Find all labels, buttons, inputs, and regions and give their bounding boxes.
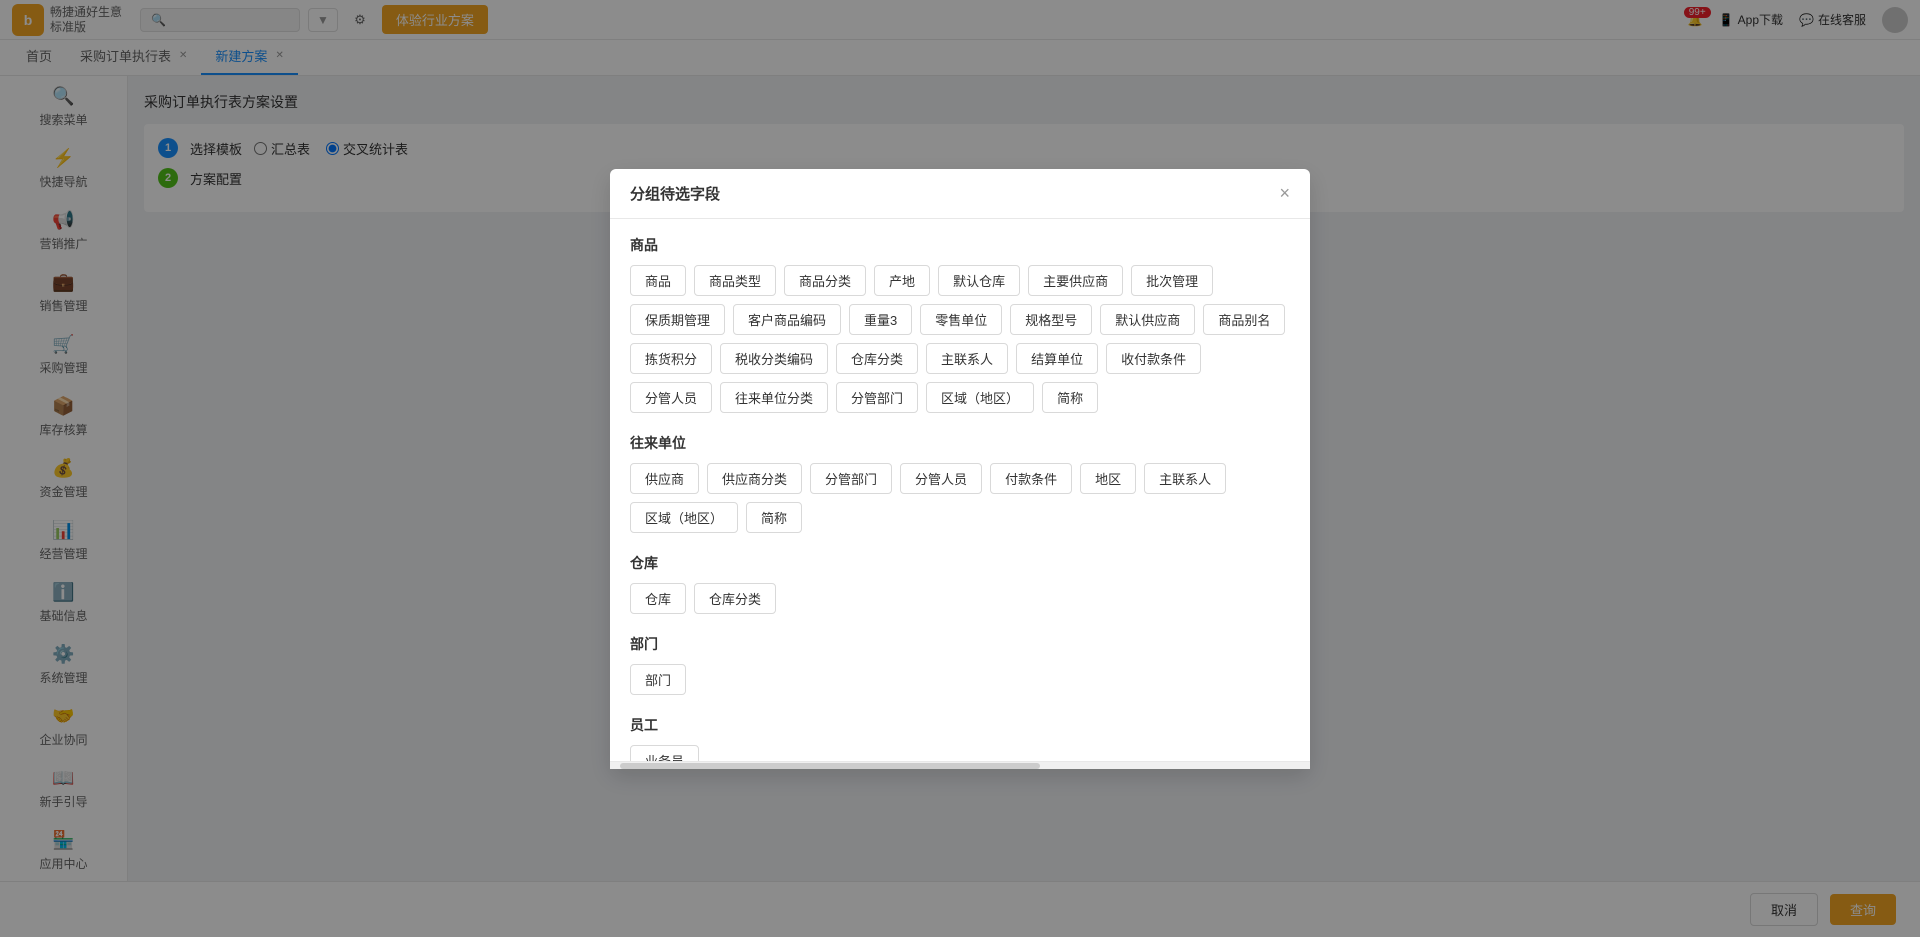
field-group-product: 商品 商品商品类型商品分类产地默认仓库主要供应商批次管理保质期管理客户商品编码重… [630,235,1290,413]
field-tag[interactable]: 付款条件 [990,463,1072,494]
field-group-warehouse-title: 仓库 [630,553,1290,573]
field-tag[interactable]: 商品 [630,265,686,296]
field-tag[interactable]: 重量3 [849,304,912,335]
field-tag[interactable]: 主联系人 [1144,463,1226,494]
modal-header: 分组待选字段 × [610,169,1310,219]
scrollbar-x [610,761,1310,769]
field-group-staff-title: 员工 [630,715,1290,735]
field-group-product-title: 商品 [630,235,1290,255]
field-group-dept: 部门 部门 [630,634,1290,695]
field-tag[interactable]: 供应商分类 [707,463,802,494]
field-tags-partner: 供应商供应商分类分管部门分管人员付款条件地区主联系人区域（地区） 简称 [630,463,1290,533]
field-tag[interactable]: 区域（地区） [630,502,738,533]
field-tags-dept: 部门 [630,664,1290,695]
field-group-partner-title: 往来单位 [630,433,1290,453]
field-tag[interactable]: 供应商 [630,463,699,494]
field-tag[interactable]: 地区 [1080,463,1136,494]
field-tag[interactable]: 区域（地区） [926,382,1034,413]
field-tag[interactable]: 简称 [746,502,802,533]
modal-overlay: 分组待选字段 × 商品 商品商品类型商品分类产地默认仓库主要供应商批次管理保质期… [0,0,1920,937]
field-tag[interactable]: 主联系人 [926,343,1008,374]
field-tags-staff: 业务员 [630,745,1290,761]
field-tag[interactable]: 简称 [1042,382,1098,413]
field-tag[interactable]: 规格型号 [1010,304,1092,335]
field-tag[interactable]: 部门 [630,664,686,695]
field-tag[interactable]: 业务员 [630,745,699,761]
modal-body: 商品 商品商品类型商品分类产地默认仓库主要供应商批次管理保质期管理客户商品编码重… [610,219,1310,761]
field-tag[interactable]: 商品别名 [1203,304,1285,335]
field-tag[interactable]: 税收分类编码 [720,343,828,374]
field-tag[interactable]: 仓库 [630,583,686,614]
field-group-dept-title: 部门 [630,634,1290,654]
field-tag[interactable]: 批次管理 [1131,265,1213,296]
field-tag[interactable]: 产地 [874,265,930,296]
field-tag[interactable]: 商品分类 [784,265,866,296]
field-tag[interactable]: 分管部门 [810,463,892,494]
field-tag[interactable]: 默认供应商 [1100,304,1195,335]
field-tag[interactable]: 仓库分类 [836,343,918,374]
modal: 分组待选字段 × 商品 商品商品类型商品分类产地默认仓库主要供应商批次管理保质期… [610,169,1310,769]
field-tag[interactable]: 主要供应商 [1028,265,1123,296]
field-tag[interactable]: 零售单位 [920,304,1002,335]
field-group-warehouse: 仓库 仓库仓库分类 [630,553,1290,614]
field-tag[interactable]: 分管人员 [630,382,712,413]
field-tags-product: 商品商品类型商品分类产地默认仓库主要供应商批次管理保质期管理客户商品编码重量3 零… [630,265,1290,413]
field-group-staff: 员工 业务员 [630,715,1290,761]
field-tag[interactable]: 分管人员 [900,463,982,494]
field-tag[interactable]: 往来单位分类 [720,382,828,413]
field-tag[interactable]: 分管部门 [836,382,918,413]
field-tag[interactable]: 拣货积分 [630,343,712,374]
field-tag[interactable]: 商品类型 [694,265,776,296]
field-tag[interactable]: 收付款条件 [1106,343,1201,374]
field-group-partner: 往来单位 供应商供应商分类分管部门分管人员付款条件地区主联系人区域（地区） 简称 [630,433,1290,533]
field-tag[interactable]: 结算单位 [1016,343,1098,374]
field-tag[interactable]: 客户商品编码 [733,304,841,335]
scrollbar-thumb [620,763,1040,769]
modal-close-button[interactable]: × [1279,184,1290,202]
modal-title: 分组待选字段 [630,183,720,204]
field-tag[interactable]: 默认仓库 [938,265,1020,296]
field-tags-warehouse: 仓库仓库分类 [630,583,1290,614]
field-tag[interactable]: 仓库分类 [694,583,776,614]
field-tag[interactable]: 保质期管理 [630,304,725,335]
